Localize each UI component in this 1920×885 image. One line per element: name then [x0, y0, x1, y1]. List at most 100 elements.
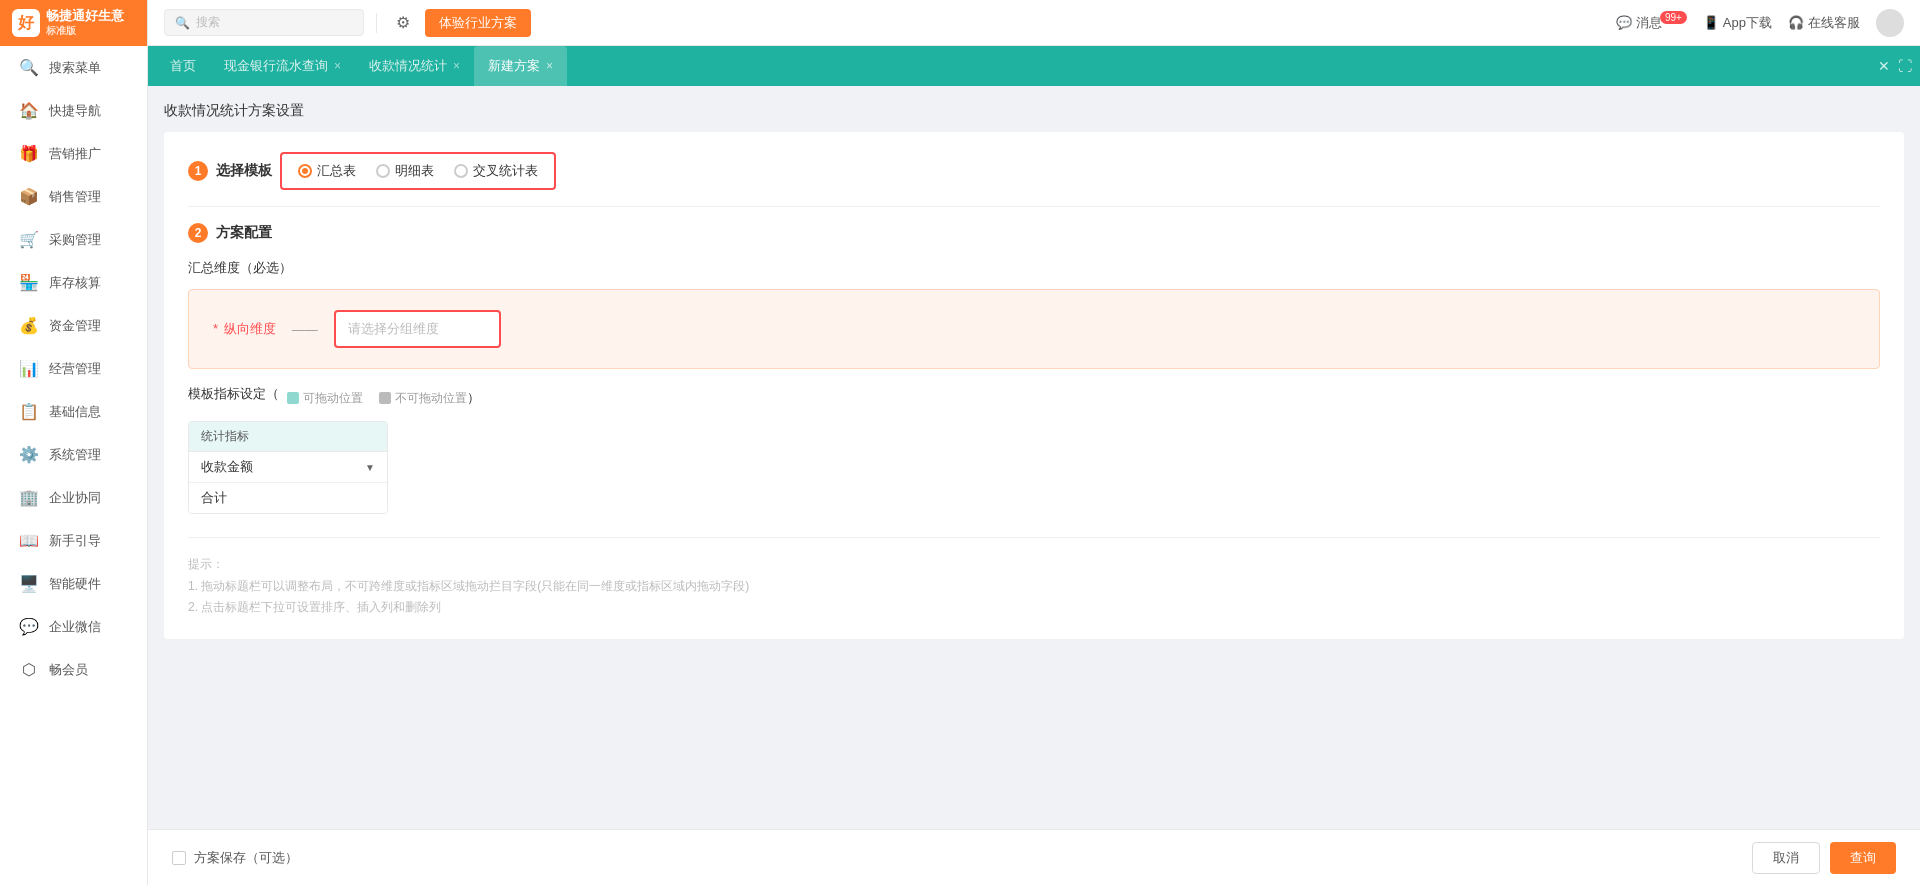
indicator-table: 统计指标 收款金额 ▼ 合计	[188, 421, 388, 514]
tips-section: 提示： 1. 拖动标题栏可以调整布局，不可跨维度或指标区域拖动拦目字段(只能在同…	[188, 537, 1880, 619]
sidebar-item-operations[interactable]: 📊 经营管理	[0, 347, 147, 390]
footer: 方案保存（可选） 取消 查询	[148, 829, 1920, 885]
indicator-section: 模板指标设定（ 可拖动位置 不可拖动位置 ）	[188, 385, 1880, 517]
download-icon: 📱	[1703, 15, 1719, 30]
sidebar-item-quick-nav[interactable]: 🏠 快捷导航	[0, 89, 147, 132]
sidebar-item-basic[interactable]: 📋 基础信息	[0, 390, 147, 433]
fixed-legend: 不可拖动位置	[379, 390, 467, 407]
system-icon: ⚙️	[19, 445, 39, 464]
sidebar-item-member[interactable]: ⬡ 畅会员	[0, 648, 147, 691]
sidebar-item-marketing[interactable]: 🎁 营销推广	[0, 132, 147, 175]
tab-bank-flow-close[interactable]: ×	[334, 59, 341, 73]
radio-cross-label: 交叉统计表	[473, 162, 538, 180]
finance-icon: 💰	[19, 316, 39, 335]
sidebar-item-label: 营销推广	[49, 145, 101, 163]
notification-label: 消息	[1636, 14, 1662, 32]
sidebar-item-guide[interactable]: 📖 新手引导	[0, 519, 147, 562]
radio-detail-circle	[376, 164, 390, 178]
footer-save-option: 方案保存（可选）	[172, 849, 298, 867]
save-checkbox[interactable]	[172, 851, 186, 865]
tabbar: 首页 现金银行流水查询 × 收款情况统计 × 新建方案 × ✕ ⛶	[148, 46, 1920, 86]
home-icon: 🏠	[19, 101, 39, 120]
hardware-icon: 🖥️	[19, 574, 39, 593]
sidebar-item-label: 智能硬件	[49, 575, 101, 593]
query-button[interactable]: 查询	[1830, 842, 1896, 874]
tab-new-plan-close[interactable]: ×	[546, 59, 553, 73]
search-icon: 🔍	[175, 16, 190, 30]
close-all-icon[interactable]: ✕	[1878, 58, 1890, 74]
sidebar-item-label: 系统管理	[49, 446, 101, 464]
app-download-label: App下载	[1723, 14, 1772, 32]
operations-icon: 📊	[19, 359, 39, 378]
section2-header: 2 方案配置	[188, 223, 1880, 243]
radio-summary-circle	[298, 164, 312, 178]
fixed-dot	[379, 392, 391, 404]
amount-dropdown-icon[interactable]: ▼	[365, 462, 375, 473]
drag-legend: 可拖动位置 不可拖动位置	[287, 390, 467, 407]
tip-1: 1. 拖动标题栏可以调整布局，不可跨维度或指标区域拖动拦目字段(只能在同一维度或…	[188, 576, 1880, 598]
radio-cross[interactable]: 交叉统计表	[454, 162, 538, 180]
tab-receipt-stats[interactable]: 收款情况统计 ×	[355, 46, 474, 86]
radio-summary[interactable]: 汇总表	[298, 162, 356, 180]
sidebar-item-label: 搜索菜单	[49, 59, 101, 77]
dimension-selector[interactable]: 请选择分组维度	[334, 310, 501, 348]
sidebar-item-search-menu[interactable]: 🔍 搜索菜单	[0, 46, 147, 89]
sidebar-item-label: 经营管理	[49, 360, 101, 378]
member-icon: ⬡	[19, 660, 39, 679]
logo-name: 畅捷通好生意	[46, 8, 124, 24]
logo-icon: 好	[12, 9, 40, 37]
radio-summary-label: 汇总表	[317, 162, 356, 180]
guide-icon: 📖	[19, 531, 39, 550]
sidebar-item-sales[interactable]: 📦 销售管理	[0, 175, 147, 218]
industry-solution-button[interactable]: 体验行业方案	[425, 9, 531, 37]
radio-detail-label: 明细表	[395, 162, 434, 180]
template-radio-group: 汇总表 明细表 交叉统计表	[280, 152, 556, 190]
purchase-icon: 🛒	[19, 230, 39, 249]
logo-text-block: 畅捷通好生意 标准版	[46, 8, 124, 38]
sidebar-nav: 🔍 搜索菜单 🏠 快捷导航 🎁 营销推广 📦 销售管理 🛒 采购管理 🏪 库存核…	[0, 46, 147, 885]
sidebar-item-system[interactable]: ⚙️ 系统管理	[0, 433, 147, 476]
radio-detail[interactable]: 明细表	[376, 162, 434, 180]
tab-new-plan-label: 新建方案	[488, 57, 540, 75]
indicator-label-text: 模板指标设定（	[188, 385, 279, 403]
movable-label: 可拖动位置	[303, 390, 363, 407]
sidebar-item-wechat[interactable]: 💬 企业微信	[0, 605, 147, 648]
tab-home[interactable]: 首页	[156, 46, 210, 86]
close-paren: ）	[467, 389, 480, 407]
search-box[interactable]: 🔍 搜索	[164, 9, 364, 36]
tab-new-plan[interactable]: 新建方案 ×	[474, 46, 567, 86]
tab-bank-flow-label: 现金银行流水查询	[224, 57, 328, 75]
online-service-button[interactable]: 🎧 在线客服	[1788, 14, 1860, 32]
settings-button[interactable]: ⚙	[389, 9, 417, 37]
sidebar-item-inventory[interactable]: 🏪 库存核算	[0, 261, 147, 304]
enterprise-icon: 🏢	[19, 488, 39, 507]
settings-card: 1 选择模板 汇总表 明细表 交叉统计表	[164, 132, 1904, 639]
sidebar-item-enterprise[interactable]: 🏢 企业协同	[0, 476, 147, 519]
sidebar-item-finance[interactable]: 💰 资金管理	[0, 304, 147, 347]
vertical-label-text: 纵向维度	[224, 321, 276, 336]
gift-icon: 🎁	[19, 144, 39, 163]
app-download-button[interactable]: 📱 App下载	[1703, 14, 1772, 32]
sidebar-item-label: 新手引导	[49, 532, 101, 550]
dimension-placeholder: 请选择分组维度	[348, 321, 439, 336]
expand-icon[interactable]: ⛶	[1898, 58, 1912, 74]
sidebar-item-purchase[interactable]: 🛒 采购管理	[0, 218, 147, 261]
section1-title: 选择模板	[216, 162, 272, 180]
sidebar-item-label: 基础信息	[49, 403, 101, 421]
footer-buttons: 取消 查询	[1752, 842, 1896, 874]
topbar: 🔍 搜索 ⚙ 体验行业方案 💬 消息 99+ 📱 App下载 🎧 在线客服	[148, 0, 1920, 46]
sidebar-item-label: 销售管理	[49, 188, 101, 206]
notification-button[interactable]: 💬 消息 99+	[1616, 14, 1687, 32]
user-avatar[interactable]	[1876, 9, 1904, 37]
page-title: 收款情况统计方案设置	[164, 102, 1904, 120]
tip-title: 提示：	[188, 554, 1880, 576]
cancel-button[interactable]: 取消	[1752, 842, 1820, 874]
tab-receipt-stats-close[interactable]: ×	[453, 59, 460, 73]
service-icon: 🎧	[1788, 15, 1804, 30]
fixed-label: 不可拖动位置	[395, 390, 467, 407]
total-label: 合计	[201, 489, 227, 507]
tab-bank-flow[interactable]: 现金银行流水查询 ×	[210, 46, 355, 86]
section-divider	[188, 206, 1880, 207]
vertical-field-label: * 纵向维度	[213, 320, 276, 338]
sidebar-item-hardware[interactable]: 🖥️ 智能硬件	[0, 562, 147, 605]
